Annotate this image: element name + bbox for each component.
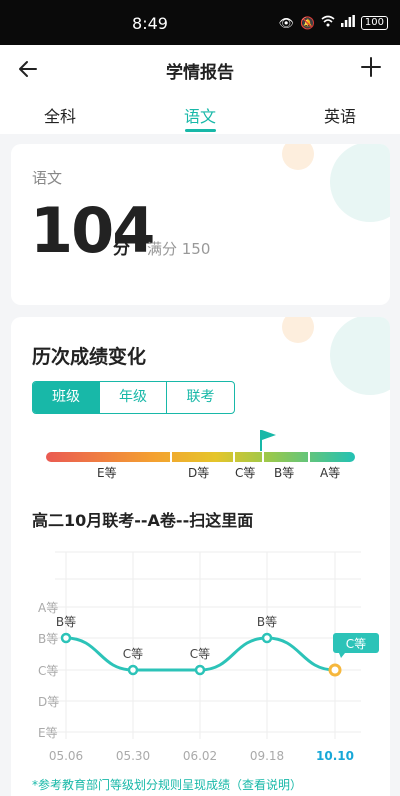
subject-tabs: 全科 语文 英语 (0, 91, 400, 134)
decor-circle (282, 144, 314, 170)
full-mark: 满分 150 (147, 240, 211, 258)
exam-title: 高二10月联考--A卷--扫这里面 (32, 511, 254, 530)
data-label: C等 (346, 637, 366, 651)
status-bar: 8:49 👁 🔕 100 (0, 0, 400, 45)
x-tick-label: 10.10 (316, 749, 354, 763)
data-label: B等 (56, 615, 76, 629)
decor-circle (282, 317, 314, 343)
data-point (194, 664, 206, 676)
y-tick-label: E等 (38, 726, 58, 740)
decor-circle (330, 317, 390, 395)
data-label-badge-tail (339, 653, 345, 658)
grade-label-d: D等 (188, 466, 210, 480)
segment-joint-exam[interactable]: 联考 (167, 382, 234, 413)
y-tick-label: D等 (38, 695, 59, 709)
x-tick-label: 06.02 (183, 749, 217, 763)
tab-all[interactable]: 全科 (15, 103, 105, 127)
status-icons: 👁 🔕 100 (279, 15, 388, 30)
tab-english[interactable]: 英语 (295, 103, 385, 127)
wifi-icon (321, 15, 335, 30)
tab-chinese[interactable]: 语文 (155, 103, 245, 127)
eye-icon: 👁 (278, 15, 294, 30)
scope-segmented-control: 班级 年级 联考 (32, 381, 235, 414)
data-label: C等 (190, 647, 210, 661)
subject-label: 语文 (32, 169, 63, 187)
score-value: 104 (30, 194, 155, 267)
grade-divider (308, 452, 310, 462)
data-point (60, 632, 72, 644)
data-point (261, 632, 273, 644)
battery-icon: 100 (360, 15, 388, 30)
app-header: 学情报告 (0, 45, 400, 91)
segment-class[interactable]: 班级 (33, 382, 100, 413)
y-tick-label: B等 (38, 632, 58, 646)
data-point (127, 664, 139, 676)
decor-circle (330, 144, 390, 222)
grade-label-a: A等 (320, 466, 341, 480)
page-title: 学情报告 (166, 63, 234, 83)
grade-divider (233, 452, 235, 462)
grade-trend-chart: E等D等C等B等A等05.06 05.30 06.02 09.18 10.10B等C等 C… (38, 551, 379, 763)
history-card: 历次成绩变化 班级 年级 联考 E等 D等 C等 B等 A等 高二10月联考--… (11, 317, 390, 796)
grade-label-e: E等 (97, 466, 117, 480)
score-card: 语文 104 分 满分 150 (11, 144, 390, 305)
grade-label-b: B等 (274, 466, 295, 480)
y-tick-label: A等 (38, 601, 58, 615)
flag-icon (260, 430, 276, 451)
x-tick-label: 05.30 (116, 749, 150, 763)
mute-icon: 🔕 (299, 15, 315, 30)
data-label: B等 (257, 615, 277, 629)
status-time: 8:49 (132, 14, 168, 33)
history-title: 历次成绩变化 (32, 346, 147, 368)
x-tick-label: 05.06 (49, 749, 83, 763)
score-unit: 分 (113, 239, 130, 259)
tab-underline (185, 129, 216, 132)
data-label: C等 (123, 647, 143, 661)
grading-hint-link[interactable]: *参考教育部门等级划分规则呈现成绩（查看说明） (32, 776, 302, 793)
grade-divider (262, 452, 264, 462)
x-tick-label: 09.18 (250, 749, 284, 763)
data-point-highlight (328, 663, 342, 677)
grade-label-c: C等 (235, 466, 256, 480)
signal-icon (340, 15, 355, 30)
segment-grade[interactable]: 年级 (100, 382, 167, 413)
plus-icon[interactable] (360, 56, 382, 78)
grade-divider (170, 452, 172, 462)
y-tick-label: C等 (38, 664, 58, 678)
